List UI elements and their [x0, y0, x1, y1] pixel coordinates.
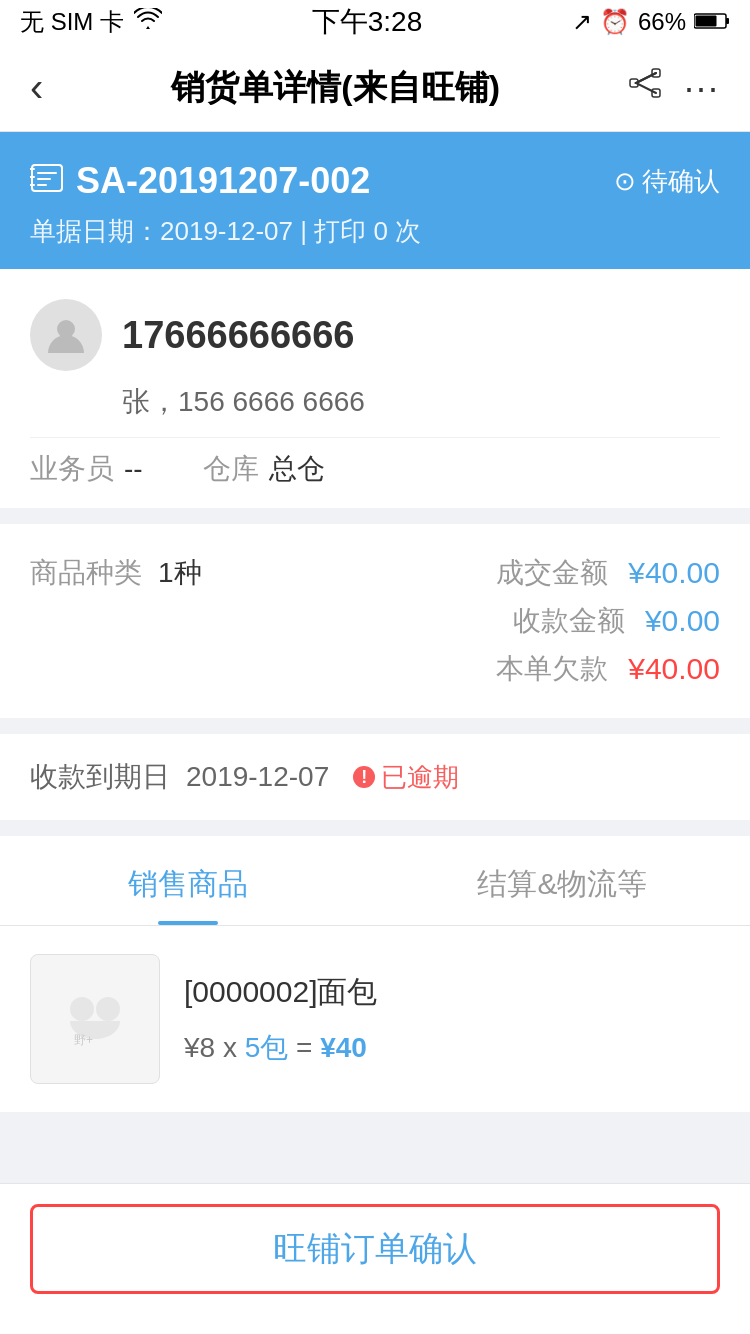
wifi-icon	[134, 8, 162, 36]
salesperson-label: 业务员	[30, 450, 114, 488]
order-meta: 单据日期：2019-12-07 | 打印 0 次	[30, 214, 720, 249]
more-button[interactable]: ···	[684, 67, 720, 109]
quantity-value: 5包	[245, 1032, 289, 1063]
product-name: [0000002]面包	[184, 972, 720, 1013]
summary-left: 商品种类 1种	[30, 554, 202, 592]
share-button[interactable]	[628, 65, 664, 110]
received-value: ¥0.00	[645, 604, 720, 638]
status-bar: 无 SIM 卡 下午3:28 ↗ ⏰ 66%	[0, 0, 750, 44]
battery-text: 66%	[638, 8, 686, 36]
amount-label: 成交金额	[496, 554, 608, 592]
nav-bar: ‹ 销货单详情(来自旺铺) ···	[0, 44, 750, 132]
order-header: SA-20191207-002 ⊙ 待确认 单据日期：2019-12-07 | …	[0, 132, 750, 269]
nav-actions: ···	[628, 65, 720, 110]
page-title: 销货单详情(来自旺铺)	[43, 65, 628, 111]
avatar	[30, 299, 102, 371]
tab-sales-products[interactable]: 销售商品	[0, 836, 375, 925]
back-button[interactable]: ‹	[30, 65, 43, 110]
product-price: ¥8 x 5包 = ¥40	[184, 1029, 720, 1067]
location-icon: ↗	[572, 8, 592, 36]
salesperson-value: --	[124, 453, 143, 485]
status-left: 无 SIM 卡	[20, 6, 162, 38]
product-info: [0000002]面包 ¥8 x 5包 = ¥40	[184, 972, 720, 1067]
tabs-header: 销售商品 结算&物流等	[0, 836, 750, 926]
order-id: SA-20191207-002	[30, 160, 370, 202]
order-icon	[30, 160, 64, 202]
svg-point-9	[96, 997, 120, 1021]
tab-settlement-logistics[interactable]: 结算&物流等	[375, 836, 750, 925]
product-image: 野+	[30, 954, 160, 1084]
amount-value: ¥40.00	[628, 556, 720, 590]
svg-rect-1	[726, 18, 729, 24]
svg-text:野+: 野+	[74, 1033, 93, 1047]
warehouse-label: 仓库	[203, 450, 259, 488]
warehouse-value: 总仓	[269, 450, 325, 488]
due-section: 收款到期日 2019-12-07 ! 已逾期	[0, 734, 750, 820]
summary-section: 商品种类 1种 成交金额 ¥40.00 收款金额 ¥0.00 本单欠款 ¥40.…	[0, 524, 750, 718]
svg-rect-2	[696, 16, 717, 27]
product-type-label: 商品种类	[30, 554, 142, 592]
received-label: 收款金额	[513, 602, 625, 640]
clock-status-icon: ⊙	[614, 166, 636, 197]
bottom-bar: 旺铺订单确认	[0, 1183, 750, 1334]
warehouse-item: 仓库 总仓	[203, 450, 325, 488]
product-type-value: 1种	[158, 554, 202, 592]
customer-phone: 17666666666	[122, 314, 354, 357]
customer-name: 张，156 6666 6666	[30, 383, 720, 421]
tabs-section: 销售商品 结算&物流等 野+ [0000002]面包 ¥8 x 5包 = ¥40	[0, 836, 750, 1112]
confirm-order-button[interactable]: 旺铺订单确认	[30, 1204, 720, 1294]
price-value: ¥8	[184, 1032, 215, 1063]
multiply-sign: x	[223, 1032, 237, 1063]
owed-value: ¥40.00	[628, 652, 720, 686]
owed-label: 本单欠款	[496, 650, 608, 688]
overdue-icon: !	[353, 766, 375, 788]
overdue-badge: ! 已逾期	[353, 760, 459, 795]
status-right: ↗ ⏰ 66%	[572, 8, 730, 36]
amount-row: 成交金额 ¥40.00	[496, 554, 720, 592]
owed-row: 本单欠款 ¥40.00	[496, 650, 720, 688]
overdue-text: 已逾期	[381, 760, 459, 795]
customer-meta: 业务员 -- 仓库 总仓	[30, 438, 720, 488]
carrier-text: 无 SIM 卡	[20, 6, 124, 38]
clock-icon: ⏰	[600, 8, 630, 36]
salesperson-item: 业务员 --	[30, 450, 143, 488]
battery-icon	[694, 8, 730, 36]
svg-point-8	[70, 997, 94, 1021]
equals-sign: =	[296, 1032, 312, 1063]
due-date-label: 收款到期日	[30, 758, 170, 796]
customer-section: 17666666666 张，156 6666 6666 业务员 -- 仓库 总仓	[0, 269, 750, 508]
product-type-item: 商品种类 1种	[30, 554, 202, 592]
total-value: ¥40	[320, 1032, 367, 1063]
product-item: 野+ [0000002]面包 ¥8 x 5包 = ¥40	[0, 926, 750, 1112]
received-row: 收款金额 ¥0.00	[513, 602, 720, 640]
status-time: 下午3:28	[312, 3, 423, 41]
due-date-value: 2019-12-07	[186, 761, 329, 793]
order-status: ⊙ 待确认	[614, 164, 720, 199]
summary-right: 成交金额 ¥40.00 收款金额 ¥0.00 本单欠款 ¥40.00	[496, 554, 720, 688]
